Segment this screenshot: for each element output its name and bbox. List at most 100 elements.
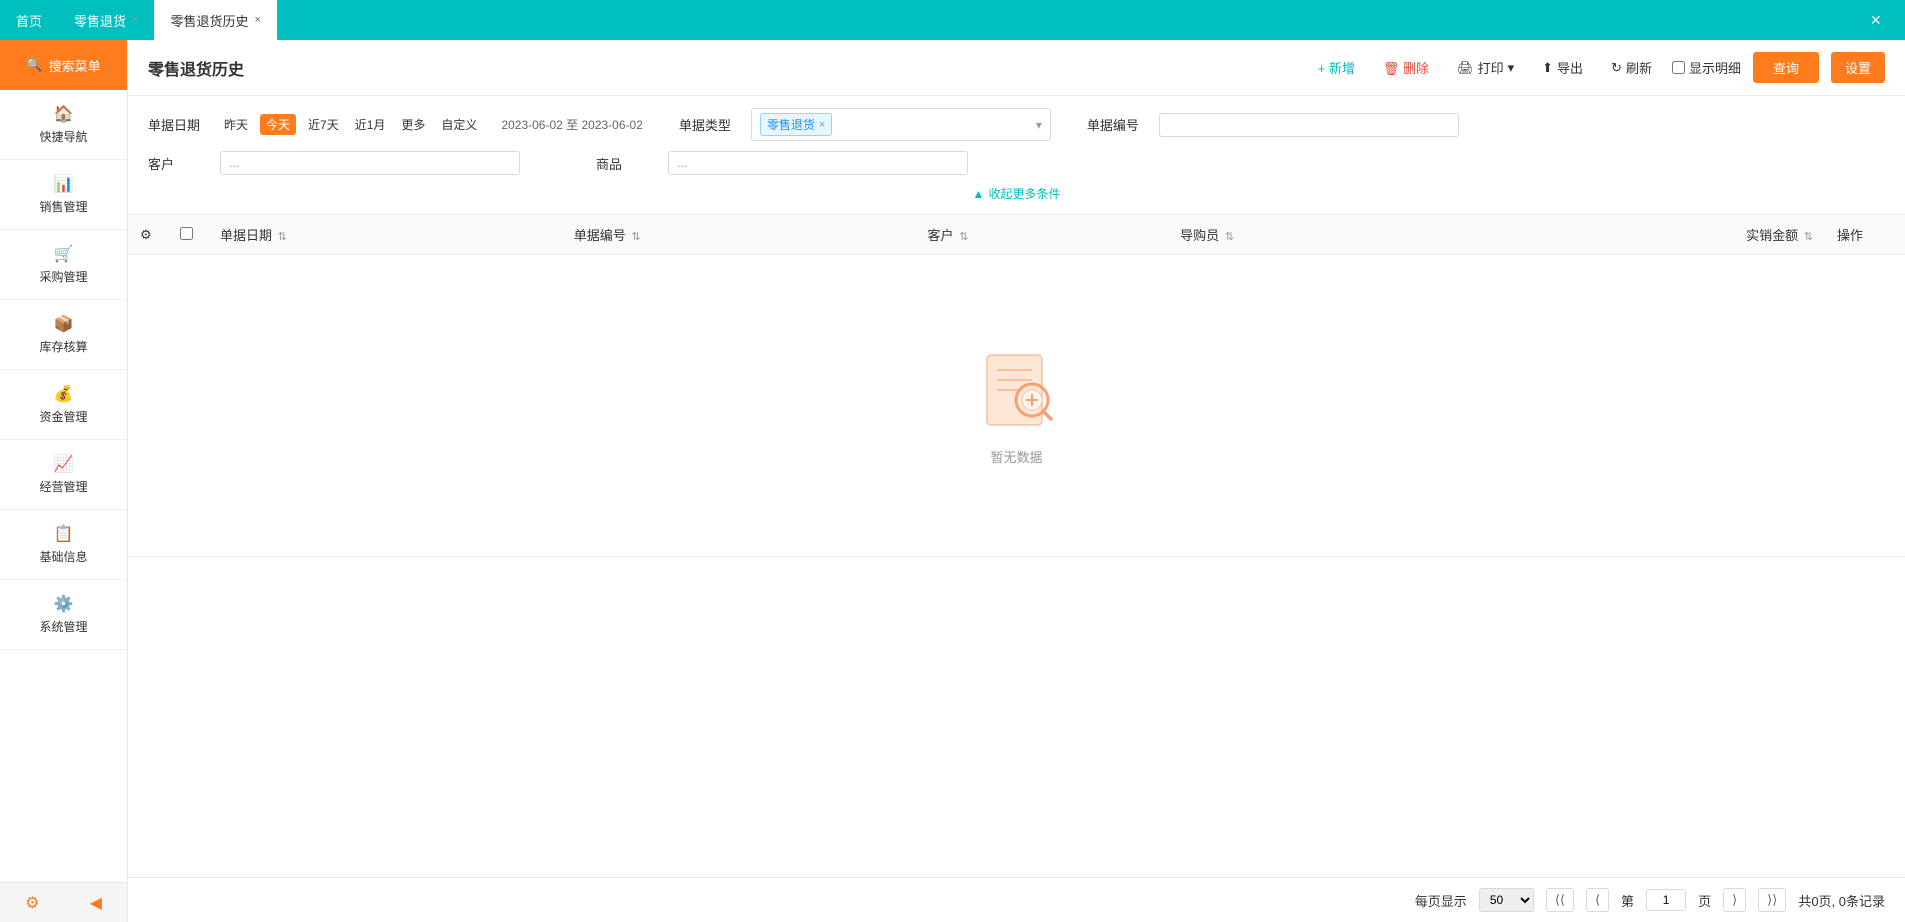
inventory-icon: 📦	[54, 314, 74, 334]
date-last1month[interactable]: 近1月	[351, 114, 390, 135]
th-settings[interactable]: ⚙	[128, 215, 168, 255]
sidebar-item-basic-info-label: 基础信息	[39, 548, 87, 565]
th-doc-no[interactable]: 单据编号 ⇅	[562, 215, 916, 255]
settings-button[interactable]: 设置	[1831, 52, 1885, 83]
page-number-input[interactable]	[1646, 889, 1686, 911]
display-detail-toggle[interactable]: 显示明细	[1672, 58, 1741, 77]
sales-mgmt-icon: 📊	[54, 174, 74, 194]
sidebar-item-sys-mgmt[interactable]: ⚙️ 系统管理	[0, 580, 127, 650]
tab-retail-return-history[interactable]: 零售退货历史 ×	[154, 0, 276, 40]
sidebar-item-sales-mgmt[interactable]: 📊 销售管理	[0, 160, 127, 230]
customer-select[interactable]: ...	[220, 151, 520, 175]
refresh-label: 刷新	[1626, 58, 1652, 77]
th-amount-sort-icon: ⇅	[1804, 231, 1813, 243]
pagination-bar: 每页显示 20 50 100 ⟨⟨ ⟨ 第 页 ⟩ ⟩⟩ 共0页, 0条记录	[128, 877, 1905, 922]
date-today[interactable]: 今天	[260, 114, 296, 135]
page-size-select[interactable]: 20 50 100	[1479, 888, 1534, 912]
sidebar-item-quick-nav[interactable]: 🏠 快捷导航	[0, 90, 127, 160]
operations-icon: 📈	[54, 454, 74, 474]
main-layout: 🔍 搜索菜单 🏠 快捷导航 📊 销售管理 🛒 采购管理 📦 库存核算 💰	[0, 40, 1905, 922]
th-guide[interactable]: 导购员 ⇅	[1168, 215, 1471, 255]
print-label: 打印	[1478, 58, 1504, 77]
sidebar-nav: 🏠 快捷导航 📊 销售管理 🛒 采购管理 📦 库存核算 💰 资金管理 📈	[0, 90, 127, 882]
tab-list: 首页 零售退货 × 零售退货历史 ×	[0, 0, 1862, 40]
collapse-button[interactable]: ▲ 收起更多条件	[973, 185, 1061, 202]
doc-type-select[interactable]: 零售退货 × ▾	[751, 108, 1051, 141]
sidebar-item-finance[interactable]: 💰 资金管理	[0, 370, 127, 440]
select-all-checkbox[interactable]	[180, 227, 193, 240]
sidebar-collapse-button[interactable]: ◀	[82, 889, 110, 917]
finance-icon: 💰	[54, 384, 74, 404]
window-close-button[interactable]: ×	[1862, 10, 1889, 31]
quick-nav-icon: 🏠	[54, 104, 74, 124]
sidebar: 🔍 搜索菜单 🏠 快捷导航 📊 销售管理 🛒 采购管理 📦 库存核算 💰	[0, 40, 128, 922]
tab-retail-return-label: 零售退货	[74, 11, 126, 30]
sidebar-search[interactable]: 🔍 搜索菜单	[0, 40, 127, 90]
sidebar-item-sys-mgmt-label: 系统管理	[39, 618, 87, 635]
date-more[interactable]: 更多	[397, 114, 429, 135]
tab-retail-return-history-close[interactable]: ×	[254, 14, 260, 26]
date-filter-label: 单据日期	[148, 115, 204, 134]
tab-home-label: 首页	[16, 11, 42, 30]
tab-retail-return-close[interactable]: ×	[132, 14, 138, 26]
date-yesterday[interactable]: 昨天	[220, 114, 252, 135]
table-header: ⚙ 单据日期 ⇅ 单据编号 ⇅	[128, 215, 1905, 255]
doc-no-filter-label: 单据编号	[1087, 115, 1143, 134]
customer-filter-label: 客户	[148, 154, 204, 173]
th-ops: 操作	[1825, 215, 1905, 255]
print-icon: 🖨	[1457, 60, 1474, 76]
export-icon: ⬆	[1542, 60, 1553, 76]
add-button[interactable]: + 新增	[1310, 54, 1363, 81]
sidebar-item-operations-label: 经营管理	[39, 478, 87, 495]
prev-page-button[interactable]: ⟨	[1586, 888, 1609, 912]
sidebar-item-finance-label: 资金管理	[39, 408, 87, 425]
goods-filter-label: 商品	[596, 154, 652, 173]
th-doc-date[interactable]: 单据日期 ⇅	[208, 215, 562, 255]
th-checkbox[interactable]	[168, 215, 208, 255]
th-guide-sort-icon: ⇅	[1225, 231, 1234, 243]
empty-state-illustration	[967, 345, 1067, 435]
data-table: ⚙ 单据日期 ⇅ 单据编号 ⇅	[128, 215, 1905, 557]
date-custom[interactable]: 自定义	[437, 114, 481, 135]
doc-type-tag-text: 零售退货	[767, 116, 815, 133]
goods-select[interactable]: ...	[668, 151, 968, 175]
query-button[interactable]: 查询	[1753, 52, 1819, 83]
doc-no-input[interactable]	[1159, 113, 1459, 137]
sidebar-item-operations[interactable]: 📈 经营管理	[0, 440, 127, 510]
customer-placeholder: ...	[229, 156, 239, 170]
next-page-button[interactable]: ⟩	[1723, 888, 1746, 912]
first-page-button[interactable]: ⟨⟨	[1546, 888, 1574, 912]
last-page-button[interactable]: ⟩⟩	[1758, 888, 1786, 912]
collapse-label: 收起更多条件	[988, 185, 1060, 202]
empty-row: 暂无数据	[128, 255, 1905, 557]
search-icon: 🔍	[26, 57, 42, 73]
th-amount[interactable]: 实销金额 ⇅	[1471, 215, 1825, 255]
th-customer-label: 客户	[928, 228, 954, 243]
export-button[interactable]: ⬆ 导出	[1534, 54, 1591, 81]
th-guide-label: 导购员	[1180, 228, 1219, 243]
tab-home[interactable]: 首页	[0, 0, 58, 40]
sys-mgmt-icon: ⚙️	[54, 594, 74, 614]
sidebar-item-inventory[interactable]: 📦 库存核算	[0, 300, 127, 370]
delete-button[interactable]: 🗑 删除	[1375, 54, 1437, 81]
refresh-button[interactable]: ↻ 刷新	[1603, 54, 1660, 81]
top-bar: 首页 零售退货 × 零售退货历史 × ×	[0, 0, 1905, 40]
date-last7days[interactable]: 近7天	[304, 114, 343, 135]
settings-icon: ⚙	[140, 227, 152, 242]
th-customer[interactable]: 客户 ⇅	[916, 215, 1169, 255]
print-button[interactable]: 🖨 打印 ▾	[1449, 54, 1522, 81]
purchase-mgmt-icon: 🛒	[54, 244, 74, 264]
sidebar-item-purchase-mgmt[interactable]: 🛒 采购管理	[0, 230, 127, 300]
display-detail-checkbox[interactable]	[1672, 61, 1685, 74]
date-options: 昨天 今天 近7天 近1月 更多 自定义	[220, 114, 481, 135]
filter-section: 单据日期 昨天 今天 近7天 近1月 更多 自定义 2023-06-02 至 2…	[128, 96, 1905, 215]
th-doc-date-label: 单据日期	[220, 228, 272, 243]
sidebar-settings-button[interactable]: ⚙	[17, 889, 47, 917]
page-unit: 页	[1698, 891, 1711, 910]
doc-type-tag-close[interactable]: ×	[819, 119, 825, 131]
window-controls: ×	[1862, 10, 1905, 31]
sidebar-item-basic-info[interactable]: 📋 基础信息	[0, 510, 127, 580]
tab-retail-return[interactable]: 零售退货 ×	[58, 0, 154, 40]
collapse-arrow-icon: ▲	[973, 187, 985, 201]
th-doc-no-label: 单据编号	[574, 228, 626, 243]
